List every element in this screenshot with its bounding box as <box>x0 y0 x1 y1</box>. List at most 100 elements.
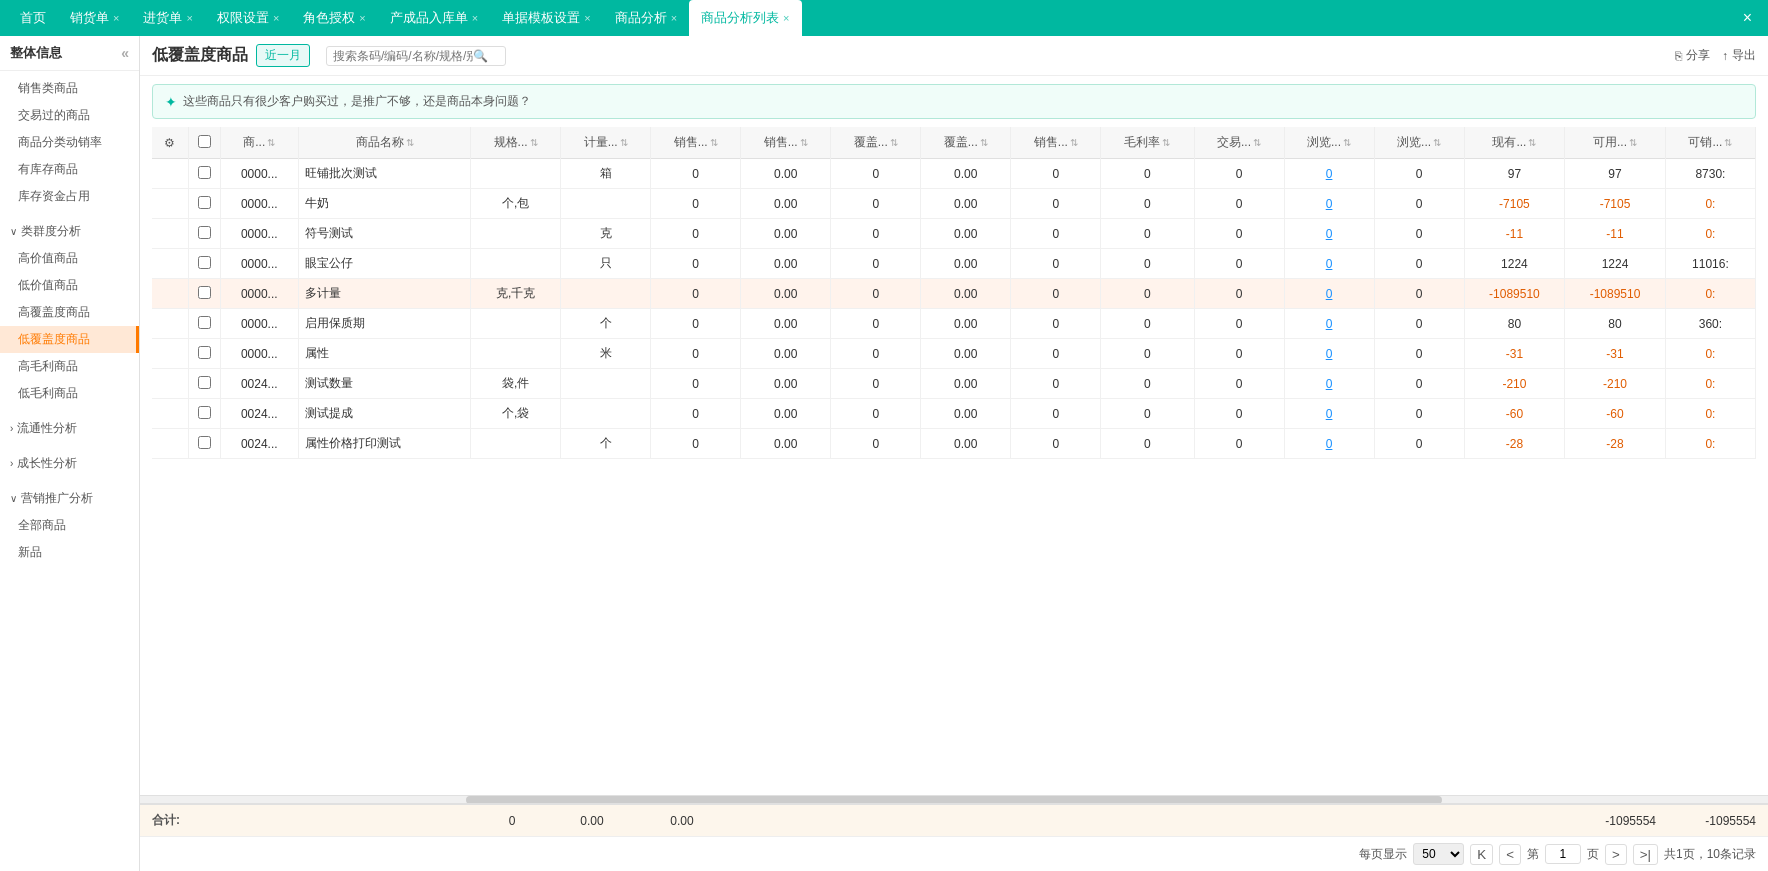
close-icon[interactable]: × <box>113 12 119 24</box>
current-column-header[interactable]: 现有...⇅ <box>1464 127 1565 159</box>
cover1-column-header[interactable]: 覆盖...⇅ <box>831 127 921 159</box>
code-column-header[interactable]: 商...⇅ <box>220 127 298 159</box>
browse1-column-header[interactable]: 浏览...⇅ <box>1284 127 1374 159</box>
nav-tab-templates[interactable]: 单据模板设置 × <box>490 0 602 36</box>
sidebar-item-low-coverage[interactable]: 低覆盖度商品 <box>0 326 139 353</box>
nav-tab-inbound[interactable]: 产成品入库单 × <box>378 0 490 36</box>
sidebar-item-sales-products[interactable]: 销售类商品 <box>0 75 139 102</box>
row-checkbox[interactable] <box>198 346 211 359</box>
unit-column-header[interactable]: 计量...⇅ <box>561 127 651 159</box>
nav-tab-roles[interactable]: 角色授权 × <box>291 0 377 36</box>
row-browse1[interactable]: 0 <box>1284 189 1374 219</box>
sales2-column-header[interactable]: 销售...⇅ <box>741 127 831 159</box>
page-number-input[interactable] <box>1545 844 1581 864</box>
nav-tab-permissions[interactable]: 权限设置 × <box>205 0 291 36</box>
sidebar-item-low-value[interactable]: 低价值商品 <box>0 272 139 299</box>
close-icon[interactable]: × <box>186 12 192 24</box>
row-checkbox-cell[interactable] <box>188 219 220 249</box>
row-checkbox-cell[interactable] <box>188 249 220 279</box>
row-browse1[interactable]: 0 <box>1284 339 1374 369</box>
sellable-column-header[interactable]: 可销...⇅ <box>1665 127 1755 159</box>
collapse-sidebar-button[interactable]: « <box>121 45 129 61</box>
row-browse1[interactable]: 0 <box>1284 309 1374 339</box>
row-checkbox[interactable] <box>198 166 211 179</box>
row-checkbox[interactable] <box>198 316 211 329</box>
sidebar-item-category-rate[interactable]: 商品分类动销率 <box>0 129 139 156</box>
checkbox-column-header[interactable] <box>188 127 220 159</box>
settings-column-header[interactable]: ⚙ <box>152 127 188 159</box>
sidebar-section-circulation-title[interactable]: › 流通性分析 <box>0 415 139 442</box>
sidebar-section-cluster-title[interactable]: ∨ 类群度分析 <box>0 218 139 245</box>
sales1-column-header[interactable]: 销售...⇅ <box>651 127 741 159</box>
row-checkbox[interactable] <box>198 406 211 419</box>
prev-page-button[interactable]: < <box>1499 844 1521 865</box>
close-icon[interactable]: × <box>359 12 365 24</box>
nav-tab-analysis[interactable]: 商品分析 × <box>603 0 689 36</box>
row-checkbox[interactable] <box>198 376 211 389</box>
nav-tab-sales[interactable]: 销货单 × <box>58 0 131 36</box>
nav-tab-purchase[interactable]: 进货单 × <box>131 0 204 36</box>
select-all-checkbox[interactable] <box>198 135 211 148</box>
row-checkbox-cell[interactable] <box>188 279 220 309</box>
row-checkbox-cell[interactable] <box>188 429 220 459</box>
name-column-header[interactable]: 商品名称⇅ <box>298 127 470 159</box>
sidebar-item-low-margin[interactable]: 低毛利商品 <box>0 380 139 407</box>
sidebar-item-traded-products[interactable]: 交易过的商品 <box>0 102 139 129</box>
profit-rate-column-header[interactable]: 毛利率⇅ <box>1101 127 1194 159</box>
row-browse1[interactable]: 0 <box>1284 369 1374 399</box>
nav-tab-home[interactable]: 首页 <box>8 0 58 36</box>
row-checkbox[interactable] <box>198 436 211 449</box>
search-input[interactable] <box>333 49 473 63</box>
row-checkbox[interactable] <box>198 286 211 299</box>
row-checkbox-cell[interactable] <box>188 189 220 219</box>
settings-icon[interactable]: ⚙ <box>164 136 175 150</box>
spec-column-header[interactable]: 规格...⇅ <box>471 127 561 159</box>
sidebar-section-growth-title[interactable]: › 成长性分析 <box>0 450 139 477</box>
sidebar-section-marketing-title[interactable]: ∨ 营销推广分析 <box>0 485 139 512</box>
next-page-button[interactable]: > <box>1605 844 1627 865</box>
nav-tab-analysis-list[interactable]: 商品分析列表 × <box>689 0 801 36</box>
row-browse1[interactable]: 0 <box>1284 249 1374 279</box>
row-browse1[interactable]: 0 <box>1284 399 1374 429</box>
row-browse1[interactable]: 0 <box>1284 429 1374 459</box>
row-checkbox-cell[interactable] <box>188 399 220 429</box>
trade-column-header[interactable]: 交易...⇅ <box>1194 127 1284 159</box>
sidebar-item-high-coverage[interactable]: 高覆盖度商品 <box>0 299 139 326</box>
close-icon[interactable]: × <box>783 12 789 24</box>
row-checkbox[interactable] <box>198 226 211 239</box>
sidebar-item-in-stock[interactable]: 有库存商品 <box>0 156 139 183</box>
filter-period-button[interactable]: 近一月 <box>256 44 310 67</box>
sales3-column-header[interactable]: 销售...⇅ <box>1011 127 1101 159</box>
export-button[interactable]: ↑ 导出 <box>1722 47 1756 64</box>
page-size-select[interactable]: 50 20 100 200 <box>1413 843 1464 865</box>
sidebar-item-new-products[interactable]: 新品 <box>0 539 139 566</box>
row-browse1[interactable]: 0 <box>1284 279 1374 309</box>
close-icon[interactable]: × <box>273 12 279 24</box>
sidebar-item-high-value[interactable]: 高价值商品 <box>0 245 139 272</box>
row-checkbox[interactable] <box>198 196 211 209</box>
sidebar-item-high-margin[interactable]: 高毛利商品 <box>0 353 139 380</box>
row-browse1[interactable]: 0 <box>1284 159 1374 189</box>
row-checkbox-cell[interactable] <box>188 159 220 189</box>
available-column-header[interactable]: 可用...⇅ <box>1565 127 1666 159</box>
close-all-tabs-button[interactable]: × <box>1735 9 1760 27</box>
row-browse1[interactable]: 0 <box>1284 219 1374 249</box>
search-icon[interactable]: 🔍 <box>473 49 488 63</box>
row-checkbox-cell[interactable] <box>188 309 220 339</box>
sidebar-item-all-products[interactable]: 全部商品 <box>0 512 139 539</box>
row-checkbox-cell[interactable] <box>188 369 220 399</box>
horizontal-scrollbar[interactable] <box>140 795 1768 803</box>
last-page-button[interactable]: >| <box>1633 844 1658 865</box>
row-checkbox-cell[interactable] <box>188 339 220 369</box>
cover2-column-header[interactable]: 覆盖...⇅ <box>921 127 1011 159</box>
browse2-column-header[interactable]: 浏览...⇅ <box>1374 127 1464 159</box>
first-page-button[interactable]: K <box>1470 844 1493 865</box>
close-icon[interactable]: × <box>671 12 677 24</box>
close-icon[interactable]: × <box>584 12 590 24</box>
scrollbar-thumb[interactable] <box>466 796 1443 803</box>
sidebar-item-inventory-capital[interactable]: 库存资金占用 <box>0 183 139 210</box>
close-icon[interactable]: × <box>472 12 478 24</box>
row-checkbox[interactable] <box>198 256 211 269</box>
share-button[interactable]: ⎘ 分享 <box>1675 47 1710 64</box>
table-container[interactable]: ⚙ 商...⇅ 商品名称⇅ 规格...⇅ 计量...⇅ 销售...⇅ 销售...… <box>140 127 1768 795</box>
